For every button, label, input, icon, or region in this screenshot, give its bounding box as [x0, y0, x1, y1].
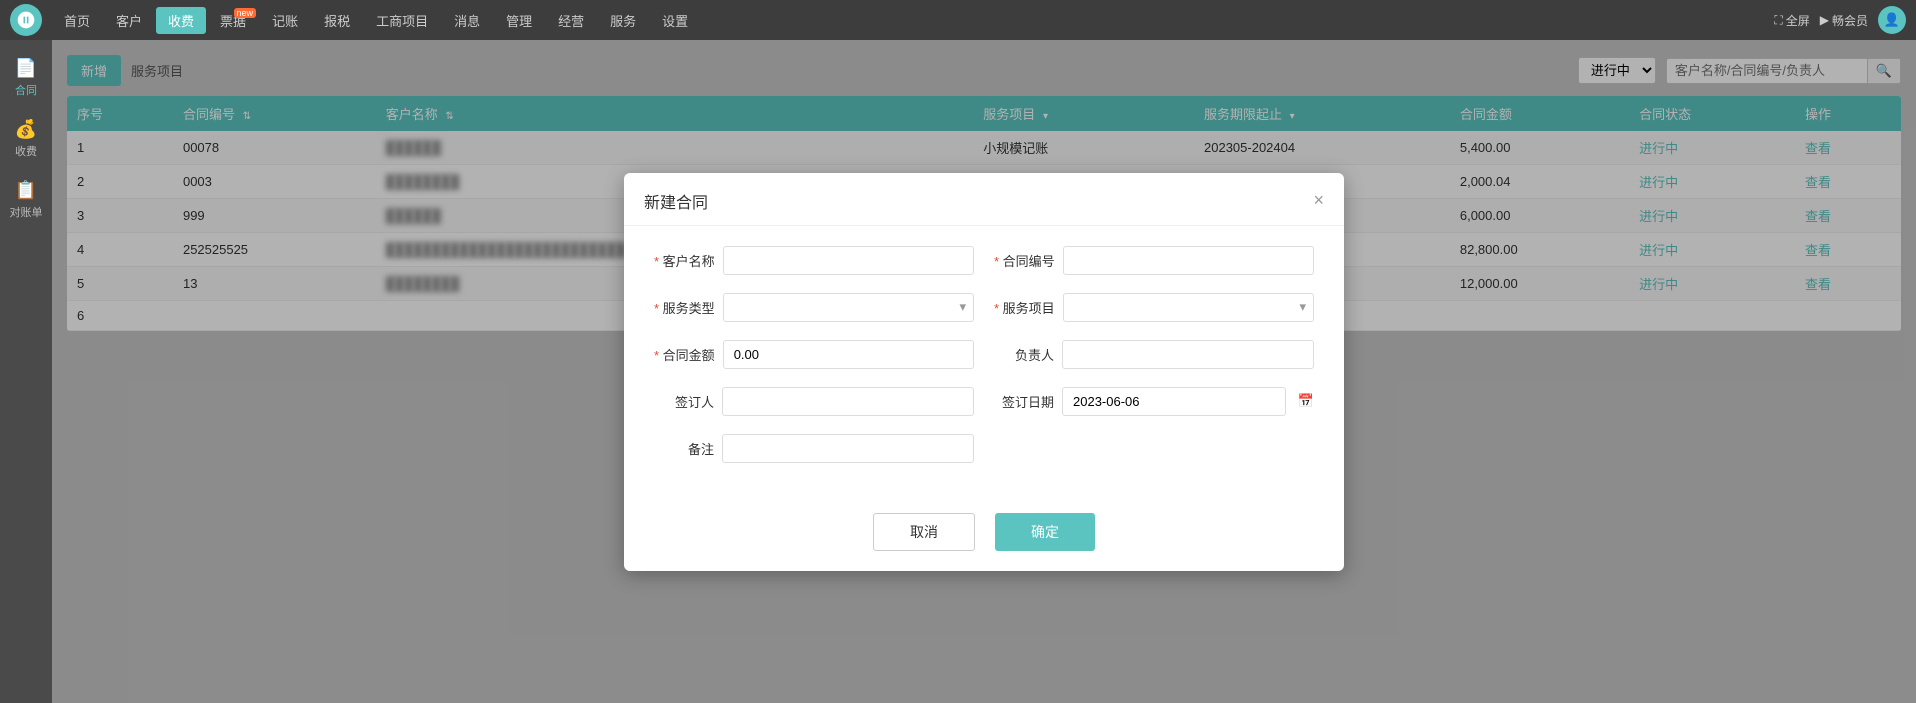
- responsible-input[interactable]: [1062, 340, 1314, 369]
- sidebar-item-contract[interactable]: 📄 合同: [2, 50, 50, 106]
- service-item-select[interactable]: [1063, 293, 1314, 322]
- nav-manage[interactable]: 管理: [494, 7, 544, 34]
- sidebar-item-billing[interactable]: 💰 收费: [2, 111, 50, 167]
- sign-date-label: 签订日期: [994, 392, 1054, 411]
- form-group-responsible: 负责人: [994, 340, 1314, 369]
- amount-input[interactable]: [723, 340, 974, 369]
- calendar-icon[interactable]: 📅: [1298, 393, 1314, 409]
- service-item-label: 服务项目: [994, 298, 1055, 317]
- form-group-signer: 签订人: [654, 387, 974, 416]
- remark-input[interactable]: [722, 434, 974, 463]
- nav-items: 首页 客户 收费 票据 new 记账 报税 工商项目 消息 管理 经营 服务 设…: [52, 7, 1774, 34]
- sidebar: 📄 合同 💰 收费 📋 对账单: [0, 40, 52, 703]
- modal-overlay: 新建合同 × 客户名称 合同编号: [52, 40, 1916, 703]
- fullscreen-icon: ⛶: [1774, 13, 1782, 28]
- signer-label: 签订人: [654, 392, 714, 411]
- avatar[interactable]: 👤: [1878, 6, 1906, 34]
- billing-icon: 💰: [15, 119, 37, 140]
- nav-settings[interactable]: 设置: [650, 7, 700, 34]
- service-type-select[interactable]: [723, 293, 974, 322]
- nav-record[interactable]: 记账: [260, 7, 310, 34]
- remark-label: 备注: [654, 439, 714, 458]
- modal-footer: 取消 确定: [624, 501, 1344, 571]
- nav-ticket[interactable]: 票据 new: [208, 7, 258, 34]
- form-group-service-item: 服务项目: [994, 293, 1314, 322]
- app-logo: [10, 4, 42, 36]
- signer-input[interactable]: [722, 387, 974, 416]
- nav-message[interactable]: 消息: [442, 7, 492, 34]
- form-row-4: 签订人 签订日期 📅: [654, 387, 1314, 416]
- amount-label: 合同金额: [654, 345, 715, 364]
- avatar-icon: 👤: [1884, 12, 1900, 28]
- contract-no-input[interactable]: [1063, 246, 1314, 275]
- form-row-3: 合同金额 负责人: [654, 340, 1314, 369]
- form-row-2: 服务类型 服务项目: [654, 293, 1314, 322]
- nav-service[interactable]: 服务: [598, 7, 648, 34]
- nav-tax[interactable]: 报税: [312, 7, 362, 34]
- cancel-button[interactable]: 取消: [873, 513, 975, 551]
- nav-invoice[interactable]: 收费: [156, 7, 206, 34]
- modal-title: 新建合同: [644, 189, 708, 213]
- modal-close-button[interactable]: ×: [1313, 190, 1324, 211]
- nav-customer[interactable]: 客户: [104, 7, 154, 34]
- form-group-contract-no: 合同编号: [994, 246, 1314, 275]
- reconcile-icon: 📋: [15, 180, 37, 201]
- main-layout: 📄 合同 💰 收费 📋 对账单 新增 服务项目 进行中 已完成 已终止 🔍: [0, 40, 1916, 703]
- form-group-remark: 备注: [654, 434, 974, 463]
- sign-date-input[interactable]: [1062, 387, 1286, 416]
- new-badge: new: [234, 8, 257, 18]
- form-group-amount: 合同金额: [654, 340, 974, 369]
- nav-business[interactable]: 工商项目: [364, 7, 440, 34]
- confirm-button[interactable]: 确定: [995, 513, 1095, 551]
- contract-no-label: 合同编号: [994, 251, 1055, 270]
- nav-home[interactable]: 首页: [52, 7, 102, 34]
- content-area: 新增 服务项目 进行中 已完成 已终止 🔍 序号 合同编号: [52, 40, 1916, 703]
- form-group-sign-date: 签订日期 📅: [994, 387, 1314, 416]
- member-icon: ▶: [1820, 13, 1829, 27]
- customer-name-label: 客户名称: [654, 251, 715, 270]
- fullscreen-button[interactable]: ⛶ 全屏: [1774, 12, 1809, 29]
- sidebar-item-reconcile[interactable]: 📋 对账单: [2, 172, 50, 228]
- nav-right: ⛶ 全屏 ▶ 畅会员 👤: [1774, 6, 1906, 34]
- form-row-1: 客户名称 合同编号: [654, 246, 1314, 275]
- service-type-label: 服务类型: [654, 298, 715, 317]
- form-row-5: 备注: [654, 434, 1314, 463]
- top-navigation: 首页 客户 收费 票据 new 记账 报税 工商项目 消息 管理 经营 服务 设…: [0, 0, 1916, 40]
- modal-body: 客户名称 合同编号 服务类型: [624, 226, 1344, 501]
- form-group-service-type: 服务类型: [654, 293, 974, 322]
- member-button[interactable]: ▶ 畅会员: [1820, 12, 1868, 29]
- responsible-label: 负责人: [994, 345, 1054, 364]
- form-group-customer: 客户名称: [654, 246, 974, 275]
- customer-name-input[interactable]: [723, 246, 974, 275]
- contract-icon: 📄: [15, 58, 37, 79]
- new-contract-modal: 新建合同 × 客户名称 合同编号: [624, 173, 1344, 571]
- modal-header: 新建合同 ×: [624, 173, 1344, 226]
- nav-operation[interactable]: 经营: [546, 7, 596, 34]
